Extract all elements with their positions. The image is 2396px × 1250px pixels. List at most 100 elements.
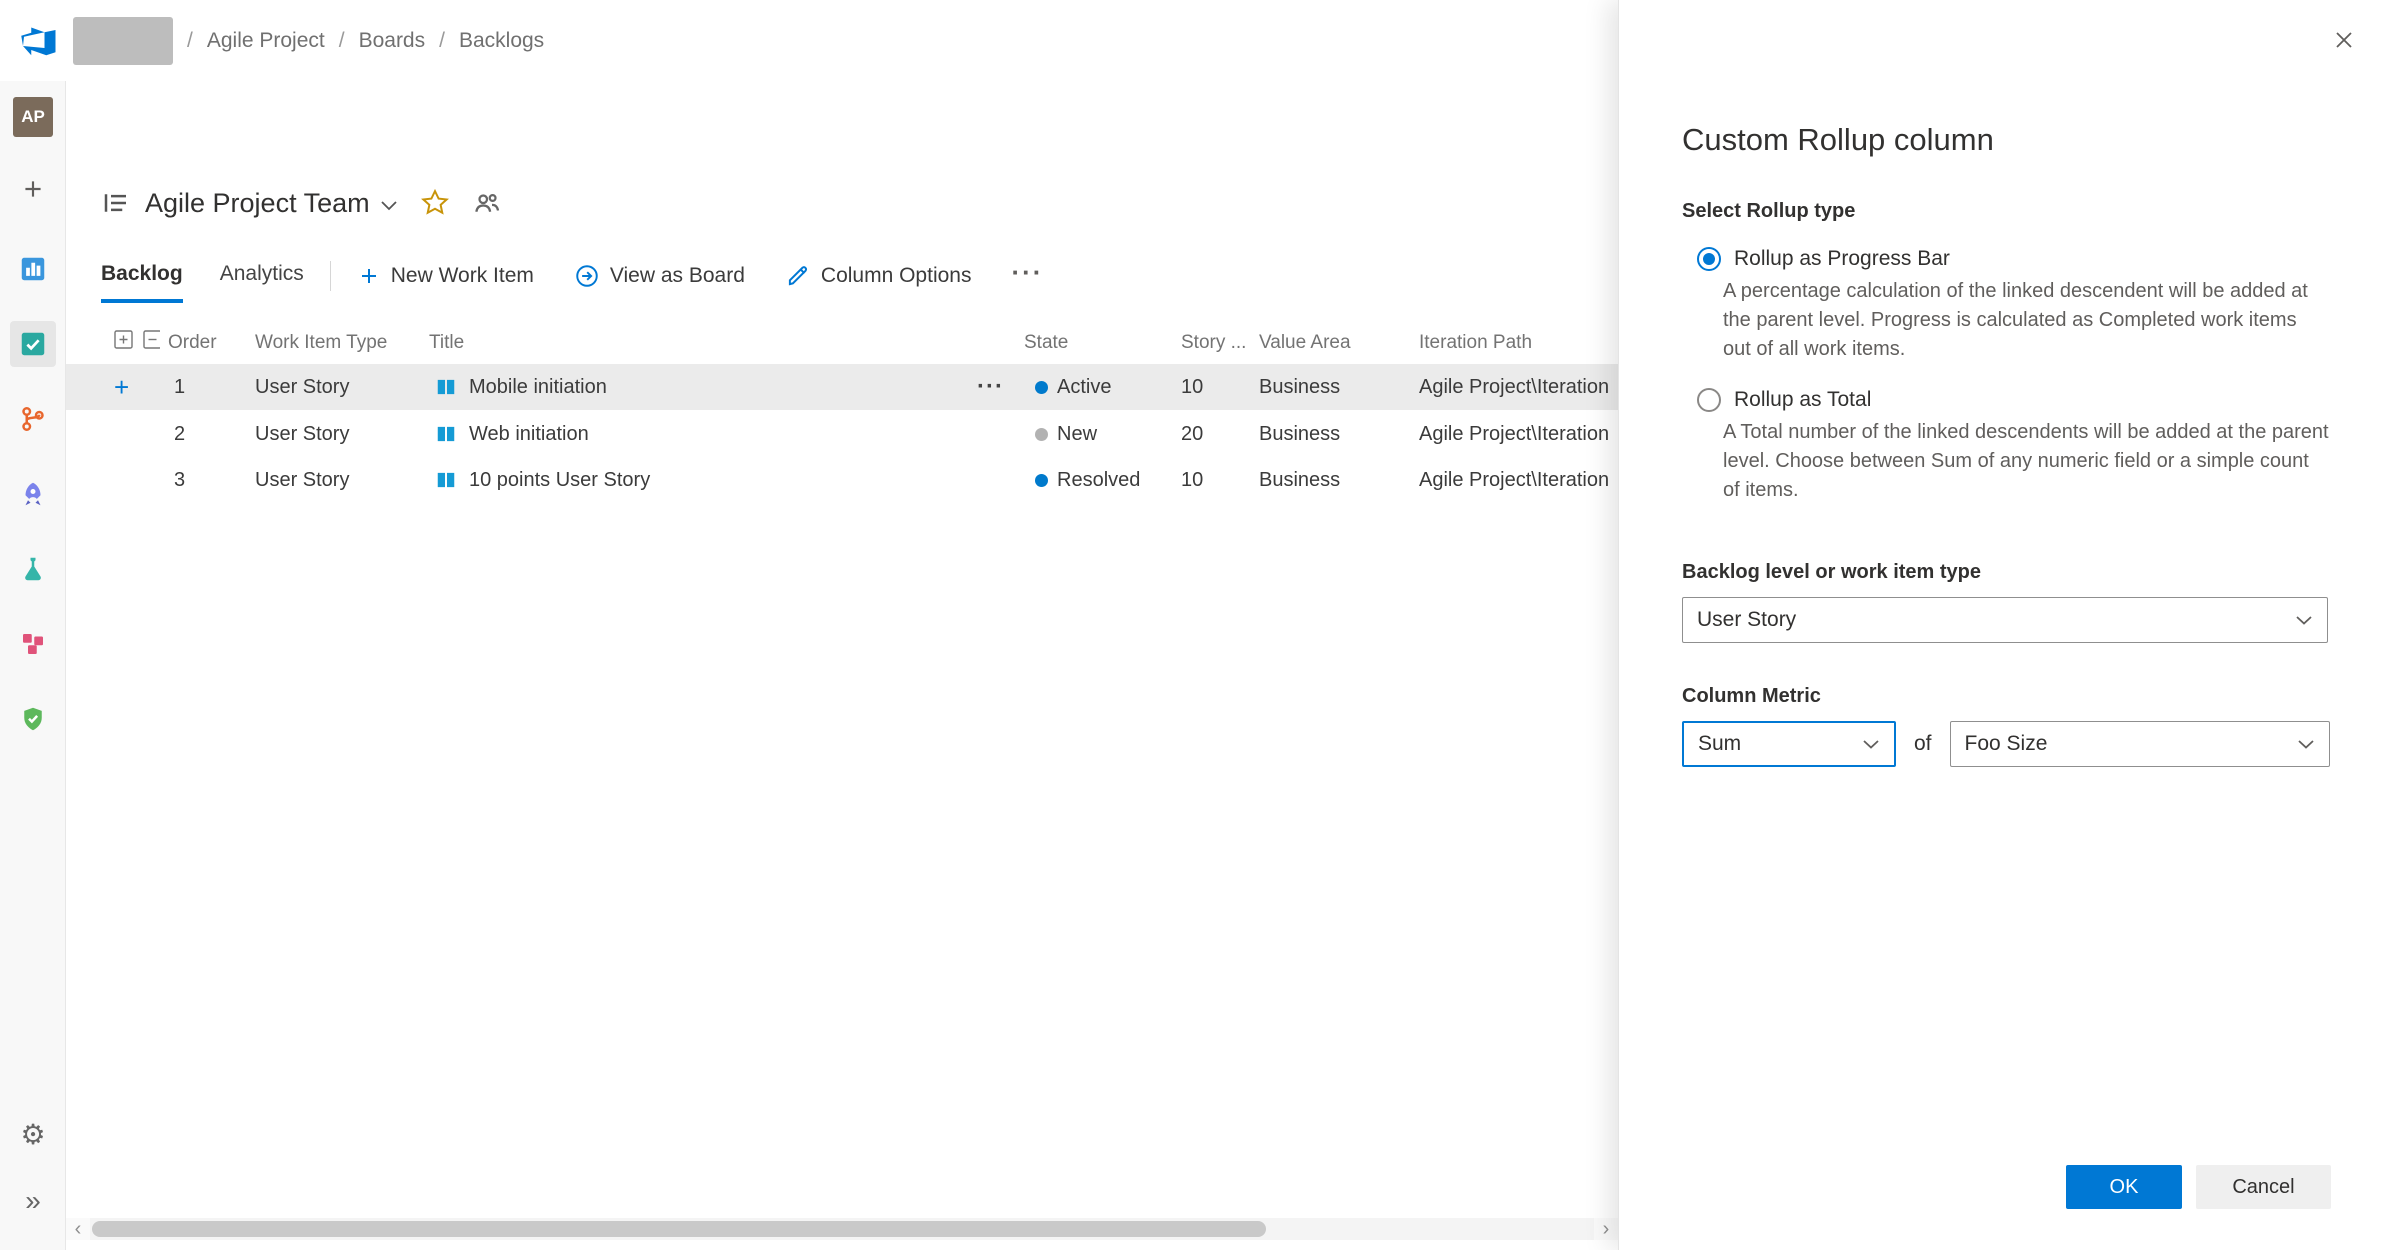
scroll-right-button[interactable]: › [1594, 1218, 1618, 1240]
sidebar-item-test-plans[interactable] [0, 545, 66, 593]
scroll-left-button[interactable]: ‹ [66, 1218, 90, 1240]
sidebar-item-compliance[interactable] [0, 695, 66, 743]
project-avatar-initials: AP [13, 97, 53, 137]
azure-devops-logo[interactable] [18, 21, 58, 61]
rollup-option-progress-bar-label[interactable]: Rollup as Progress Bar [1734, 247, 1950, 271]
scrollbar-thumb[interactable] [92, 1221, 1266, 1237]
panel-title: Custom Rollup column [1682, 122, 1994, 157]
shield-check-icon [24, 707, 42, 731]
rollup-option-total-description: A Total number of the linked descendents… [1723, 421, 2329, 501]
of-label: of [1914, 732, 1932, 755]
cancel-button[interactable]: Cancel [2196, 1165, 2331, 1209]
scrollbar-track[interactable] [90, 1218, 1594, 1240]
panel-close-button[interactable] [2326, 22, 2362, 58]
cell-value-area: Business [1259, 375, 1341, 398]
view-as-board-button[interactable]: View as Board [574, 263, 745, 289]
new-work-item-label: New Work Item [390, 264, 534, 287]
favorite-button[interactable] [420, 188, 450, 218]
column-options-button[interactable]: Column Options [785, 263, 972, 289]
work-item-title-link[interactable]: 10 points User Story [469, 469, 650, 492]
repos-icon [22, 407, 44, 431]
column-header-work-item-type[interactable]: Work Item Type [246, 332, 421, 354]
column-header-order[interactable]: Order [160, 332, 246, 354]
rollup-option-total-label[interactable]: Rollup as Total [1734, 388, 1871, 412]
cell-story-points: 10 [1181, 375, 1204, 398]
sidebar-item-dashboards[interactable] [0, 245, 66, 293]
new-work-item-button[interactable]: New Work Item [357, 264, 534, 288]
column-header-value-area[interactable]: Value Area [1251, 332, 1411, 354]
backlog-level-dropdown[interactable]: User Story [1682, 597, 2328, 643]
state-dot [1035, 427, 1048, 441]
project-avatar[interactable]: AP [0, 93, 66, 141]
backlog-level-label: Backlog level or work item type [1682, 561, 1981, 583]
table-row[interactable]: 2 User Story Web initiation New 20 Busin… [66, 411, 1618, 457]
cell-order: 2 [174, 422, 186, 445]
cell-work-item-type: User Story [255, 375, 350, 398]
breadcrumb-backlogs[interactable]: Backlogs [459, 29, 544, 53]
rollup-option-total[interactable]: Rollup as Total [1697, 388, 2331, 412]
chevron-down-icon[interactable] [380, 200, 398, 211]
tab-backlog-label: Backlog [101, 262, 183, 285]
column-options-label: Column Options [820, 264, 972, 287]
radio-unselected-icon[interactable] [1697, 388, 1721, 412]
column-header-state[interactable]: State [1016, 332, 1171, 354]
radio-selected-icon[interactable] [1697, 247, 1721, 271]
sidebar-item-pipelines[interactable] [0, 470, 66, 518]
backlog-level-value: User Story [1697, 608, 1797, 631]
breadcrumb-separator: / [187, 28, 193, 52]
plus-icon [361, 269, 376, 283]
work-item-title-link[interactable]: Web initiation [469, 423, 589, 446]
team-members-button[interactable] [472, 188, 502, 218]
chevron-down-icon [2296, 615, 2312, 625]
metric-operation-dropdown[interactable]: Sum [1682, 721, 1896, 767]
metric-field-value: Foo Size [1964, 732, 2048, 755]
sidebar-expand-button[interactable]: » [0, 1177, 66, 1225]
rollup-option-progress-bar[interactable]: Rollup as Progress Bar [1697, 247, 2331, 271]
boards-icon [21, 332, 45, 356]
cell-work-item-type: User Story [255, 468, 350, 491]
horizontal-scrollbar[interactable]: ‹ › [66, 1218, 1618, 1240]
cell-iteration-path: Agile Project\Iteration [1419, 468, 1610, 491]
breadcrumb-project[interactable]: Agile Project [207, 29, 325, 53]
sidebar-item-repos[interactable] [0, 395, 66, 443]
metric-field-dropdown[interactable]: Foo Size [1949, 721, 2330, 767]
column-header-title[interactable]: Title [421, 332, 1016, 354]
tab-backlog[interactable]: Backlog [101, 249, 183, 303]
close-icon [2336, 32, 2352, 48]
table-row[interactable]: + 1 User Story Mobile initiation ··· Act… [66, 364, 1618, 410]
sidebar-item-artifacts[interactable] [0, 620, 66, 668]
tab-analytics[interactable]: Analytics [220, 249, 304, 303]
table-row[interactable]: 3 User Story 10 points User Story Resolv… [66, 457, 1618, 503]
chevron-down-icon [1863, 739, 1879, 749]
cell-value-area: Business [1259, 468, 1341, 491]
cell-work-item-type: User Story [255, 422, 350, 445]
ok-button[interactable]: OK [2066, 1165, 2182, 1209]
breadcrumb-organization[interactable] [73, 16, 173, 65]
left-navigation-sidebar: AP ⚙ » [0, 81, 66, 1250]
breadcrumb-boards[interactable]: Boards [359, 29, 426, 53]
gear-icon: ⚙ [20, 1119, 46, 1150]
cell-value-area: Business [1259, 422, 1341, 445]
column-header-iteration-path[interactable]: Iteration Path [1411, 332, 1618, 354]
cell-order: 3 [174, 468, 186, 491]
metric-operation-value: Sum [1698, 732, 1742, 755]
view-as-board-label: View as Board [609, 264, 745, 287]
row-context-menu-button[interactable]: ··· [977, 376, 1004, 399]
team-name[interactable]: Agile Project Team [145, 188, 370, 219]
settings-button[interactable]: ⚙ [0, 1111, 66, 1159]
plus-icon [25, 181, 41, 197]
rollup-type-label: Select Rollup type [1682, 200, 1856, 222]
backlog-content-area: Agile Project Team Backlog Analytics New… [66, 81, 1618, 1250]
column-header-story-points[interactable]: Story ... [1171, 332, 1251, 354]
expand-all-button[interactable] [114, 330, 133, 355]
sidebar-add-button[interactable] [0, 165, 66, 213]
collapse-all-button[interactable] [143, 330, 160, 355]
add-child-button[interactable]: + [114, 374, 129, 400]
cell-state: Active [1057, 375, 1112, 398]
breadcrumb-separator: / [338, 28, 345, 52]
sidebar-item-boards[interactable] [0, 320, 66, 368]
collapse-all-icon [143, 330, 160, 349]
arrow-circle-icon [576, 265, 598, 287]
work-item-title-link[interactable]: Mobile initiation [469, 376, 607, 399]
more-options-button[interactable]: ··· [1011, 259, 1043, 285]
